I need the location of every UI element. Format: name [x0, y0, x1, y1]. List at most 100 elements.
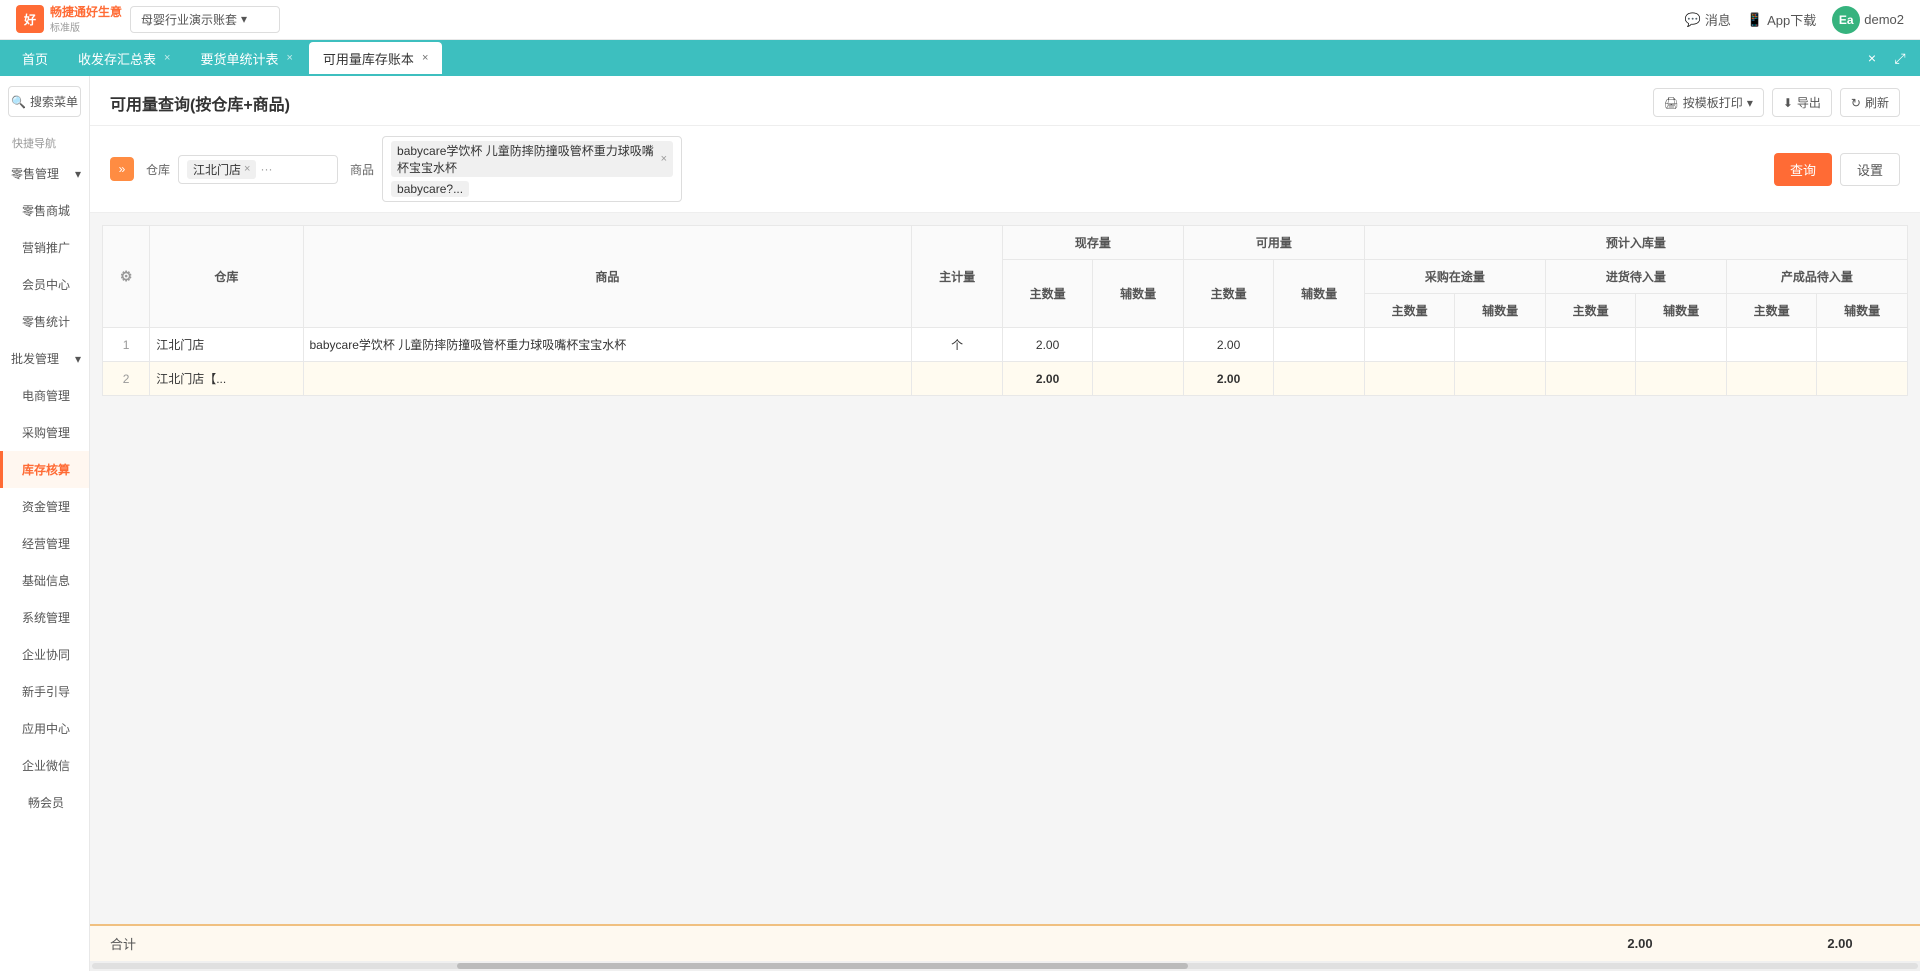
avatar: Ea	[1832, 6, 1860, 34]
print-btn[interactable]: 🖨 按模板打印	[1653, 88, 1764, 117]
row-2-available-sub	[1274, 362, 1365, 396]
row-1-available-main: 2.00	[1183, 328, 1274, 362]
sidebar-item-retail-mall[interactable]: 零售商城	[0, 192, 89, 229]
content-area: 可用量查询(按仓库+商品) 🖨 按模板打印 ⬇ 导出 ↻ 刷新	[90, 76, 1920, 971]
app-label: App下载	[1767, 10, 1816, 29]
sidebar-item-marketing[interactable]: 营销推广	[0, 229, 89, 266]
filter-more-icon[interactable]: ···	[260, 162, 272, 176]
refresh-icon: ↻	[1851, 96, 1861, 110]
filter-expand-btn[interactable]: »	[110, 157, 134, 181]
row-2-production-main	[1726, 362, 1817, 396]
sidebar-item-apps[interactable]: 应用中心	[0, 710, 89, 747]
sidebar-item-finance[interactable]: 资金管理	[0, 488, 89, 525]
sidebar-item-vip[interactable]: 畅会员	[0, 784, 89, 821]
row-2-purchase-sub	[1455, 362, 1546, 396]
account-selector[interactable]: 母婴行业演示账套	[130, 6, 280, 33]
row-1-production-main	[1726, 328, 1817, 362]
data-table: ⚙ 仓库 商品 主计量 现存量 可用量 预计入库量 主数量 辅数量 主数量 辅数…	[102, 225, 1908, 396]
sidebar-item-system[interactable]: 系统管理	[0, 599, 89, 636]
table-container: ⚙ 仓库 商品 主计量 现存量 可用量 预计入库量 主数量 辅数量 主数量 辅数…	[90, 213, 1920, 924]
tab-available-stock[interactable]: 可用量库存账本 ×	[309, 42, 442, 74]
page-header: 可用量查询(按仓库+商品) 🖨 按模板打印 ⬇ 导出 ↻ 刷新	[90, 76, 1920, 126]
product-tag-1-close[interactable]: ×	[661, 153, 667, 165]
table-row: 1 江北门店 babycare学饮杯 儿童防摔防撞吸管杯重力球吸嘴杯宝宝水杯 个…	[103, 328, 1908, 362]
sidebar-item-purchase[interactable]: 采购管理	[0, 414, 89, 451]
tab-home[interactable]: 首页	[8, 42, 62, 74]
product-tag-2: babycare?...	[391, 181, 469, 197]
chevron-down-icon	[75, 167, 81, 181]
search-menu-label: 搜索菜单	[30, 93, 78, 110]
query-btn[interactable]: 查询	[1774, 153, 1832, 186]
sidebar-item-retail-mgmt[interactable]: 零售管理	[0, 155, 89, 192]
summary-label: 合计	[110, 934, 230, 953]
warehouse-tag-close[interactable]: ×	[244, 163, 250, 175]
quick-nav-label[interactable]: 快捷导航	[0, 127, 89, 155]
th-production-group: 产成品待入量	[1726, 260, 1907, 294]
edition-label: 标准版	[50, 19, 122, 34]
filter-bar: » 仓库 江北门店 × ··· 商品 babycare学饮杯 儿童防摔防撞吸管杯…	[90, 126, 1920, 213]
th-warehouse: 仓库	[150, 226, 303, 328]
th-incoming-main: 主数量	[1545, 294, 1636, 328]
sidebar-item-inventory[interactable]: 库存核算	[0, 451, 89, 488]
tab-receipts-label: 收发存汇总表	[78, 49, 156, 68]
row-2-index: 2	[103, 362, 150, 396]
print-label: 按模板打印	[1683, 94, 1743, 111]
th-available-main: 主数量	[1183, 260, 1274, 328]
scrollbar-track	[92, 963, 1918, 969]
tab-close-all-btn[interactable]: ×	[1860, 46, 1884, 70]
th-product: 商品	[303, 226, 912, 328]
sidebar-item-ecommerce[interactable]: 电商管理	[0, 377, 89, 414]
page-actions: 🖨 按模板打印 ⬇ 导出 ↻ 刷新	[1653, 88, 1900, 117]
row-2-production-sub	[1817, 362, 1908, 396]
th-production-main: 主数量	[1726, 294, 1817, 328]
tabbar: 首页 收发存汇总表 × 要货单统计表 × 可用量库存账本 × × ⤢	[0, 40, 1920, 76]
search-icon: 🔍	[11, 95, 26, 109]
refresh-btn[interactable]: ↻ 刷新	[1840, 88, 1900, 117]
settings-btn[interactable]: 设置	[1840, 153, 1900, 186]
app-download-btn[interactable]: 📱 App下载	[1747, 10, 1816, 29]
sidebar-item-wechat[interactable]: 企业微信	[0, 747, 89, 784]
filter-buttons: 查询 设置	[1774, 153, 1900, 186]
th-settings[interactable]: ⚙	[103, 226, 150, 328]
tab-order-stats-close[interactable]: ×	[286, 52, 292, 64]
user-menu[interactable]: Ea demo2	[1832, 6, 1904, 34]
tab-home-label: 首页	[22, 49, 48, 68]
th-purchase-group: 采购在途量	[1364, 260, 1545, 294]
sidebar-item-retail-stats[interactable]: 零售统计	[0, 303, 89, 340]
row-2-stock-sub	[1093, 362, 1184, 396]
sidebar-item-collab[interactable]: 企业协同	[0, 636, 89, 673]
user-label: demo2	[1864, 12, 1904, 27]
th-incoming-group: 进货待入量	[1545, 260, 1726, 294]
tab-expand-btn[interactable]: ⤢	[1888, 46, 1912, 70]
settings-icon[interactable]: ⚙	[120, 268, 133, 284]
messages-btn[interactable]: 💬 消息	[1685, 10, 1731, 29]
export-btn[interactable]: ⬇ 导出	[1772, 88, 1832, 117]
tab-order-stats[interactable]: 要货单统计表 ×	[186, 42, 306, 74]
product-filter-label: 商品	[350, 161, 374, 178]
topbar-right: 💬 消息 📱 App下载 Ea demo2	[1685, 6, 1904, 34]
tabbar-actions: × ⤢	[1860, 46, 1912, 70]
row-2-incoming-main	[1545, 362, 1636, 396]
sidebar-item-ops[interactable]: 经营管理	[0, 525, 89, 562]
sidebar-item-newbie[interactable]: 新手引导	[0, 673, 89, 710]
tab-receipts[interactable]: 收发存汇总表 ×	[64, 42, 184, 74]
row-1-production-sub	[1817, 328, 1908, 362]
tab-receipts-close[interactable]: ×	[164, 52, 170, 64]
search-menu-btn[interactable]: 🔍 搜索菜单	[8, 86, 81, 117]
product-filter-input[interactable]: babycare学饮杯 儿童防摔防撞吸管杯重力球吸嘴杯宝宝水杯 × babyca…	[382, 136, 682, 202]
row-1-available-sub	[1274, 328, 1365, 362]
scrollbar-thumb[interactable]	[457, 963, 1187, 969]
tab-available-stock-close[interactable]: ×	[422, 52, 428, 64]
sidebar-item-wholesale[interactable]: 批发管理	[0, 340, 89, 377]
row-1-incoming-sub	[1636, 328, 1727, 362]
warehouse-filter-group: 仓库 江北门店 × ···	[146, 155, 338, 184]
page-title: 可用量查询(按仓库+商品)	[110, 91, 290, 115]
row-2-product	[303, 362, 912, 396]
sidebar-item-members[interactable]: 会员中心	[0, 266, 89, 303]
warehouse-filter-input[interactable]: 江北门店 × ···	[178, 155, 338, 184]
row-2-stock-main: 2.00	[1002, 362, 1093, 396]
row-2-incoming-sub	[1636, 362, 1727, 396]
product-tag-text-1: babycare学饮杯 儿童防摔防撞吸管杯重力球吸嘴杯宝宝水杯	[397, 142, 658, 176]
main-layout: 🔍 搜索菜单 快捷导航 零售管理 零售商城 营销推广 会员中心 零售统计 批发管…	[0, 76, 1920, 971]
sidebar-item-basic[interactable]: 基础信息	[0, 562, 89, 599]
